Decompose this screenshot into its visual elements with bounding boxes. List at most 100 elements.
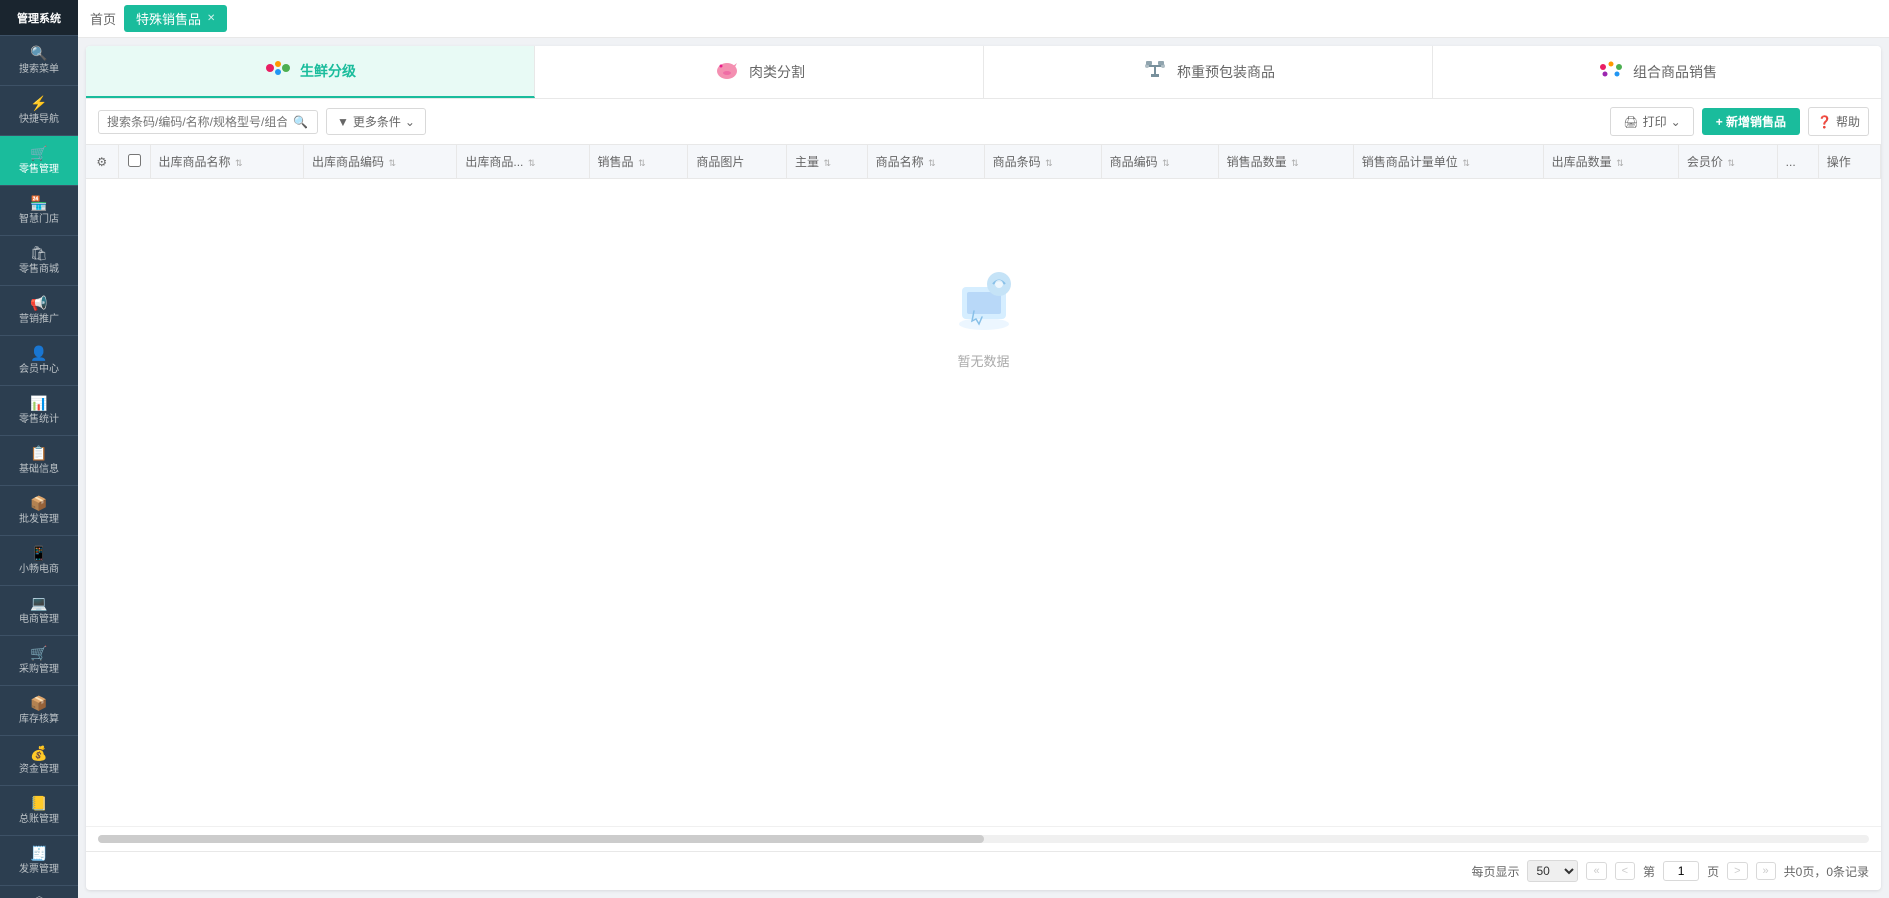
th-product-name[interactable]: 商品名称 ⇅: [867, 145, 984, 179]
sidebar-item-marketing[interactable]: 📢 营销推广: [0, 286, 78, 336]
sidebar-item-finance[interactable]: 💰 资金管理: [0, 736, 78, 786]
cat-tab-combo-sales[interactable]: 组合商品销售: [1433, 46, 1881, 98]
select-all-checkbox[interactable]: [128, 154, 141, 167]
cat-tab-label: 肉类分割: [749, 62, 805, 82]
print-chevron-icon: ⌄: [1671, 115, 1681, 129]
page-label: 第: [1643, 863, 1655, 880]
filter-button[interactable]: ▼ 更多条件 ⌄: [326, 108, 426, 135]
data-table: ⚙出库商品名称 ⇅出库商品编码 ⇅出库商品... ⇅销售品 ⇅商品图片主量 ⇅商…: [86, 145, 1881, 179]
sidebar-item-label: 电商管理: [19, 614, 59, 626]
sort-icon: ⇅: [821, 158, 831, 168]
th-sale-item[interactable]: 销售品 ⇅: [589, 145, 688, 179]
sidebar-item-label: 快捷导航: [19, 114, 59, 126]
member-center-icon: 👤: [30, 345, 47, 362]
th-product-code[interactable]: 商品编码 ⇅: [1101, 145, 1218, 179]
total-label: 共0页，0条记录: [1784, 863, 1869, 880]
next-page-button[interactable]: >: [1727, 862, 1747, 880]
sidebar-item-smart-store[interactable]: 🏪 智慧门店: [0, 186, 78, 236]
th-main-unit[interactable]: 主量 ⇅: [787, 145, 868, 179]
scrollbar-thumb: [98, 835, 984, 843]
tab-label: 特殊销售品: [136, 9, 201, 28]
topbar: 首页 特殊销售品 ✕: [78, 0, 1889, 38]
sort-icon: ⇅: [926, 158, 936, 168]
th-out-name[interactable]: 出库商品名称 ⇅: [150, 145, 303, 179]
sidebar-item-label: 零售统计: [19, 414, 59, 426]
sidebar-item-invoice[interactable]: 🧾 发票管理: [0, 836, 78, 886]
cat-tab-label: 生鲜分级: [300, 61, 356, 81]
help-button[interactable]: ❓ 帮助: [1808, 107, 1869, 136]
finance-icon: 💰: [30, 745, 47, 762]
pagination-bar: 每页显示 102050100 « < 第 页 > » 共0页，0条记录: [86, 851, 1881, 890]
sort-icon: ⇅: [1725, 158, 1735, 168]
sidebar-item-label: 批发管理: [19, 514, 59, 526]
page-number-input[interactable]: [1663, 861, 1699, 881]
sidebar-item-ledger[interactable]: 📒 总账管理: [0, 786, 78, 836]
per-page-select[interactable]: 102050100: [1527, 860, 1578, 882]
print-button[interactable]: 🖨 打印 ⌄: [1610, 107, 1693, 136]
sidebar-item-label: 零售商城: [19, 264, 59, 276]
th-out-spec[interactable]: 出库商品... ⇅: [457, 145, 589, 179]
empty-text: 暂无数据: [957, 351, 1009, 370]
sidebar-item-search-product[interactable]: 🔍 搜索菜单: [0, 36, 78, 86]
horizontal-scrollbar[interactable]: [86, 826, 1881, 851]
sidebar-item-retail-stats[interactable]: 📊 零售统计: [0, 386, 78, 436]
search-icon[interactable]: 🔍: [293, 115, 308, 129]
th-member-price[interactable]: 会员价 ⇅: [1678, 145, 1777, 179]
sidebar-item-quick-nav[interactable]: ⚡ 快捷导航: [0, 86, 78, 136]
purchase-mgmt-icon: 🛒: [30, 645, 47, 662]
sidebar-item-basic-info[interactable]: 📋 基础信息: [0, 436, 78, 486]
category-tabs: 生鲜分级 肉类分割 称重预包装商品 组合商品销售: [86, 46, 1881, 99]
th-sale-qty[interactable]: 销售品数量 ⇅: [1218, 145, 1353, 179]
th-out-qty[interactable]: 出库品数量 ⇅: [1543, 145, 1678, 179]
sidebar-item-label: 智慧门店: [19, 214, 59, 226]
active-tab[interactable]: 特殊销售品 ✕: [124, 5, 227, 32]
sidebar-item-ecommerce-mgmt[interactable]: 💻 电商管理: [0, 586, 78, 636]
sidebar-item-label: 采购管理: [19, 664, 59, 676]
ledger-icon: 📒: [30, 795, 47, 812]
sidebar-item-retail-mall[interactable]: 🛍 零售商城: [0, 236, 78, 286]
th-image: 商品图片: [688, 145, 787, 179]
th-sale-unit[interactable]: 销售商品计量单位 ⇅: [1353, 145, 1543, 179]
sidebar-item-retail-mgmt[interactable]: 🛒 零售管理: [0, 136, 78, 186]
retail-mall-icon: 🛍: [30, 245, 48, 262]
quick-nav-icon: ⚡: [30, 95, 47, 112]
sidebar-item-inventory[interactable]: 📦 库存核算: [0, 686, 78, 736]
sort-icon: ⇅: [233, 158, 243, 168]
cat-tab-weight-pack[interactable]: 称重预包装商品: [984, 46, 1433, 98]
th-settings: ⚙: [86, 145, 118, 179]
tab-close-icon[interactable]: ✕: [207, 13, 215, 24]
search-input[interactable]: [107, 115, 287, 129]
prev-page-button[interactable]: <: [1615, 862, 1635, 880]
basic-info-icon: 📋: [30, 445, 47, 462]
inventory-icon: 📦: [30, 695, 47, 712]
add-product-button[interactable]: + 新增销售品: [1702, 108, 1800, 135]
app-logo: 管理系统: [0, 0, 78, 36]
cat-tab-fresh-grade[interactable]: 生鲜分级: [86, 46, 535, 98]
weight-pack-icon: [1141, 58, 1169, 86]
sidebar-item-tax[interactable]: 🏛 税务管理: [0, 886, 78, 898]
th-barcode[interactable]: 商品条码 ⇅: [984, 145, 1101, 179]
last-page-button[interactable]: »: [1756, 862, 1776, 880]
sidebar-item-member-center[interactable]: 👤 会员中心: [0, 336, 78, 386]
first-page-button[interactable]: «: [1586, 862, 1606, 880]
sidebar-item-label: 会员中心: [19, 364, 59, 376]
home-link[interactable]: 首页: [90, 9, 116, 28]
th-more: ...: [1777, 145, 1818, 179]
filter-icon: ▼: [337, 115, 349, 129]
sort-icon: ⇅: [636, 158, 646, 168]
sidebar-item-wholesale-mgmt[interactable]: 📦 批发管理: [0, 486, 78, 536]
th-out-code[interactable]: 出库商品编码 ⇅: [303, 145, 456, 179]
meat-cut-icon: [713, 58, 741, 86]
cat-tab-meat-cut[interactable]: 肉类分割: [535, 46, 984, 98]
settings-icon[interactable]: ⚙: [96, 155, 107, 169]
empty-state: 暂无数据: [86, 179, 1881, 450]
sidebar-item-mini-ecommerce[interactable]: 📱 小畅电商: [0, 536, 78, 586]
help-icon: ❓: [1817, 115, 1832, 129]
sort-icon: ⇅: [1460, 158, 1470, 168]
sort-icon: ⇅: [1614, 158, 1624, 168]
scrollbar-track: [98, 835, 1869, 843]
wholesale-mgmt-icon: 📦: [30, 495, 47, 512]
sidebar-item-purchase-mgmt[interactable]: 🛒 采购管理: [0, 636, 78, 686]
sidebar-item-label: 资金管理: [19, 764, 59, 776]
th-actions: 操作: [1818, 145, 1880, 179]
